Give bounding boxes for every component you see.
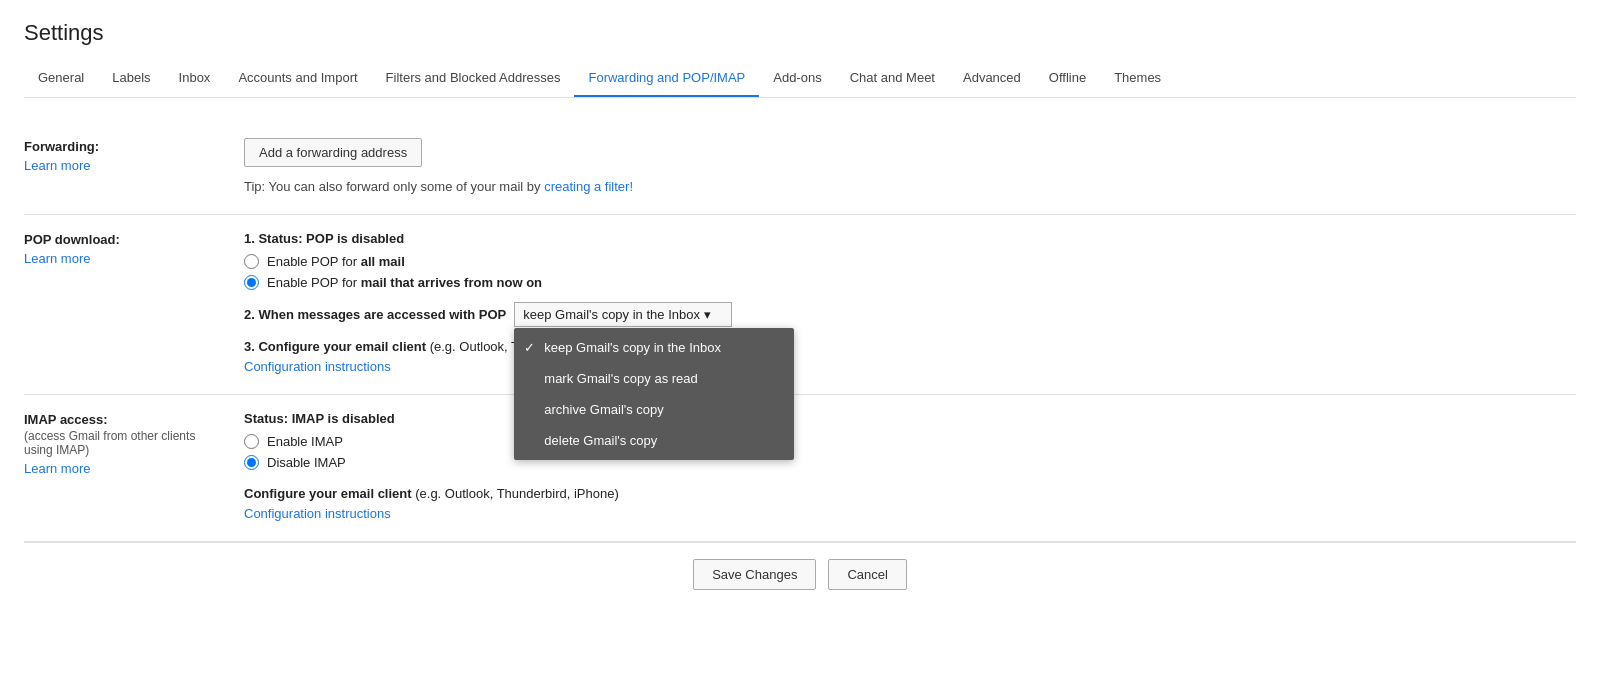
tab-addons[interactable]: Add-ons [759, 60, 835, 98]
pop-body: 1. Status: POP is disabled Enable POP fo… [244, 231, 1576, 374]
imap-enable-radio[interactable] [244, 434, 259, 449]
tab-offline[interactable]: Offline [1035, 60, 1100, 98]
tab-advanced[interactable]: Advanced [949, 60, 1035, 98]
imap-disable-radio[interactable] [244, 455, 259, 470]
imap-configure-label: Configure your email client (e.g. Outloo… [244, 486, 1576, 501]
settings-content: Forwarding: Learn more Add a forwarding … [24, 98, 1576, 542]
tab-themes[interactable]: Themes [1100, 60, 1175, 98]
imap-enable-label: Enable IMAP [267, 434, 343, 449]
imap-radio-disable: Disable IMAP [244, 455, 1576, 470]
tab-filters[interactable]: Filters and Blocked Addresses [372, 60, 575, 98]
tab-accounts-import[interactable]: Accounts and Import [224, 60, 371, 98]
pop-fromnow-radio[interactable] [244, 275, 259, 290]
tab-general[interactable]: General [24, 60, 98, 98]
pop-option-mark-read[interactable]: mark Gmail's copy as read [514, 363, 794, 394]
tab-chat[interactable]: Chat and Meet [836, 60, 949, 98]
pop-option-archive[interactable]: archive Gmail's copy [514, 394, 794, 425]
pop-option-keep-inbox[interactable]: keep Gmail's copy in the Inbox [514, 332, 794, 363]
pop-step2-row: 2. When messages are accessed with POP k… [244, 302, 1576, 327]
forwarding-label: Forwarding: Learn more [24, 138, 244, 194]
add-forwarding-button[interactable]: Add a forwarding address [244, 138, 422, 167]
tab-forwarding[interactable]: Forwarding and POP/IMAP [574, 60, 759, 98]
imap-learn-more[interactable]: Learn more [24, 461, 224, 476]
pop-radio-allmail: Enable POP for all mail [244, 254, 1576, 269]
forwarding-title: Forwarding: [24, 139, 99, 154]
creating-filter-link[interactable]: creating a filter! [544, 179, 633, 194]
imap-label: IMAP access: (access Gmail from other cl… [24, 411, 244, 521]
imap-configure-section: Configure your email client (e.g. Outloo… [244, 486, 1576, 521]
pop-radio-fromnow: Enable POP for mail that arrives from no… [244, 275, 1576, 290]
cancel-button[interactable]: Cancel [828, 559, 906, 590]
imap-sublabel: (access Gmail from other clients using I… [24, 429, 224, 457]
section-imap: IMAP access: (access Gmail from other cl… [24, 395, 1576, 542]
pop-title: POP download: [24, 232, 120, 247]
section-forwarding: Forwarding: Learn more Add a forwarding … [24, 122, 1576, 215]
section-pop: POP download: Learn more 1. Status: POP … [24, 215, 1576, 395]
imap-radio-enable: Enable IMAP [244, 434, 1576, 449]
page-title: Settings [24, 0, 1576, 60]
imap-status: Status: IMAP is disabled [244, 411, 1576, 426]
imap-title: IMAP access: [24, 412, 108, 427]
save-changes-button[interactable]: Save Changes [693, 559, 816, 590]
pop-option-delete[interactable]: delete Gmail's copy [514, 425, 794, 456]
imap-config-link[interactable]: Configuration instructions [244, 506, 391, 521]
imap-body: Status: IMAP is disabled Enable IMAP Dis… [244, 411, 1576, 521]
pop-action-select-wrapper: keep Gmail's copy in the Inbox ▾ keep Gm… [514, 302, 731, 327]
tabs-bar: General Labels Inbox Accounts and Import… [24, 60, 1576, 98]
forwarding-learn-more[interactable]: Learn more [24, 158, 224, 173]
pop-step3-label: 3. Configure your email client (e.g. Out… [244, 339, 1576, 354]
forwarding-body: Add a forwarding address Tip: You can al… [244, 138, 1576, 194]
pop-status: 1. Status: POP is disabled [244, 231, 1576, 246]
tab-inbox[interactable]: Inbox [165, 60, 225, 98]
pop-config-link[interactable]: Configuration instructions [244, 359, 391, 374]
pop-dropdown-menu: keep Gmail's copy in the Inbox mark Gmai… [514, 328, 794, 460]
settings-footer: Save Changes Cancel [24, 542, 1576, 606]
pop-action-dropdown[interactable]: keep Gmail's copy in the Inbox ▾ [514, 302, 731, 327]
forwarding-tip: Tip: You can also forward only some of y… [244, 179, 1576, 194]
pop-label: POP download: Learn more [24, 231, 244, 374]
imap-disable-label: Disable IMAP [267, 455, 346, 470]
tab-labels[interactable]: Labels [98, 60, 164, 98]
pop-learn-more[interactable]: Learn more [24, 251, 224, 266]
pop-step2-label: 2. When messages are accessed with POP [244, 307, 506, 322]
pop-allmail-radio[interactable] [244, 254, 259, 269]
